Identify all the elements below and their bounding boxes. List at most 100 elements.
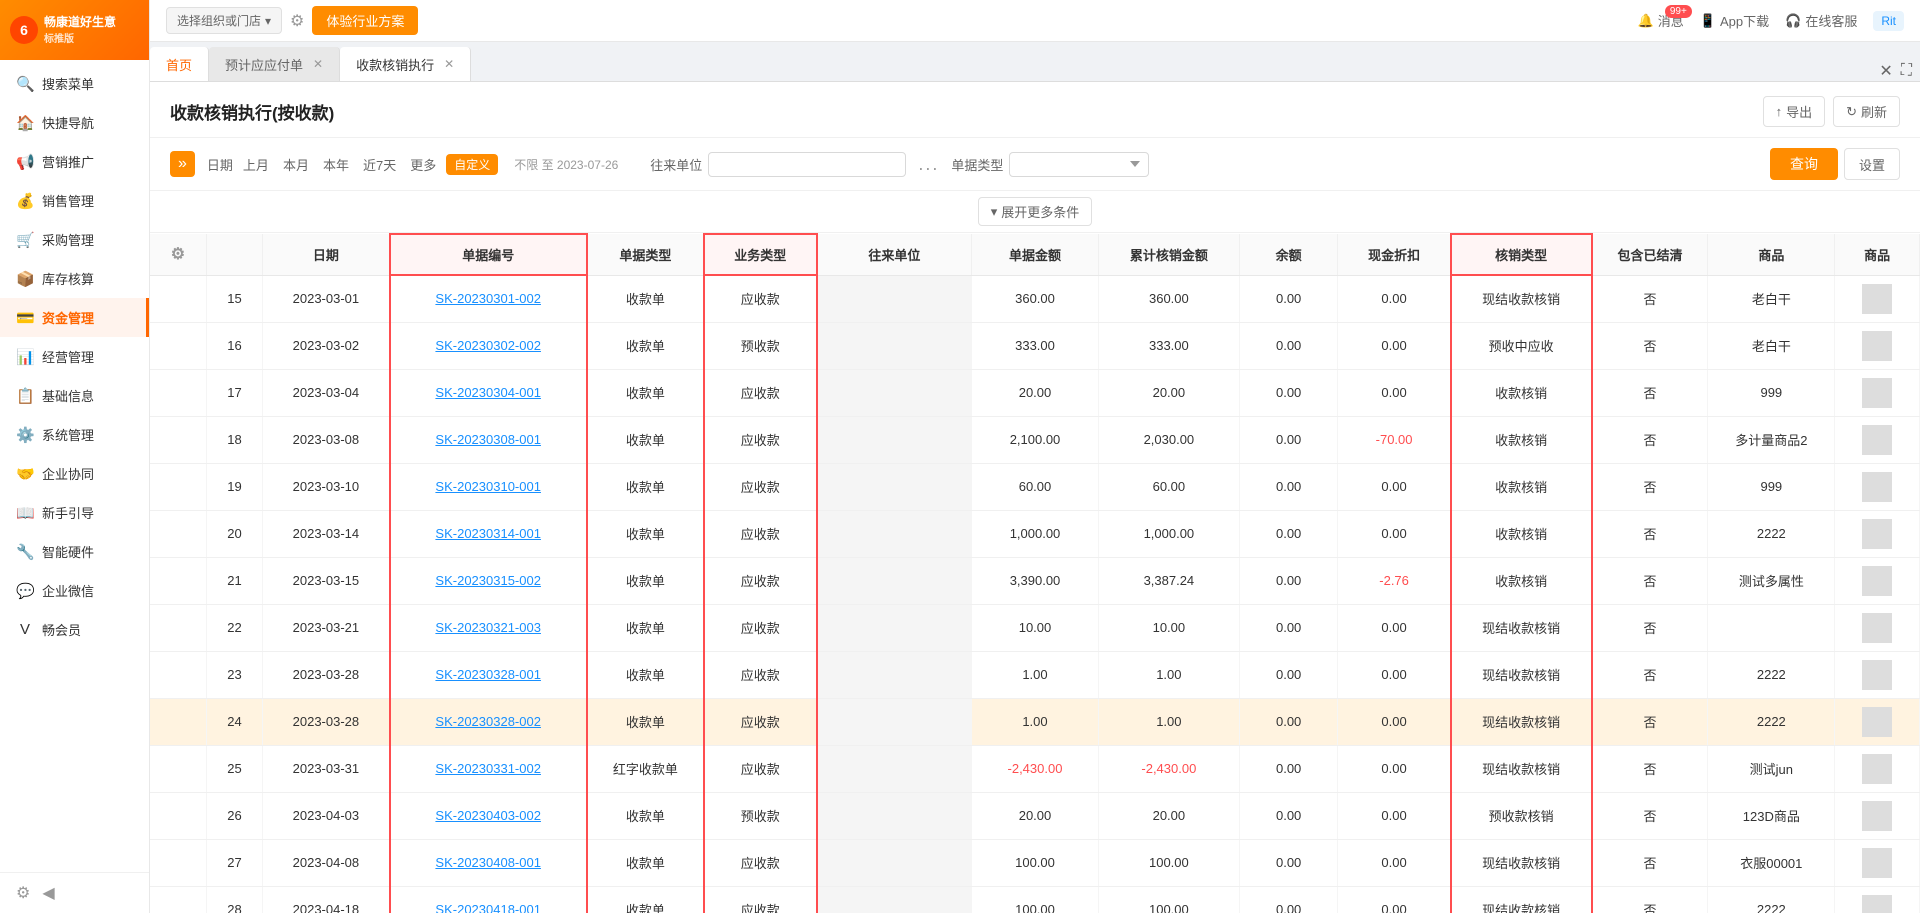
cell-docno-13[interactable]: SK-20230418-001 xyxy=(390,886,587,913)
tab-receipt[interactable]: 收款核销执行 ✕ xyxy=(340,47,471,81)
cell-verified-13: 100.00 xyxy=(1098,886,1239,913)
settings-button[interactable]: 设置 xyxy=(1844,148,1900,180)
cell-docno-5[interactable]: SK-20230314-001 xyxy=(390,510,587,557)
cell-amount-7: 10.00 xyxy=(972,604,1099,651)
cell-verified-5: 1,000.00 xyxy=(1098,510,1239,557)
cell-canceltype-4: 收款核销 xyxy=(1451,463,1592,510)
gear-icon[interactable]: ⚙ xyxy=(290,11,304,31)
sidebar-item-inventory[interactable]: 📦 库存核算 xyxy=(0,259,149,298)
cell-goods2-4 xyxy=(1835,463,1920,510)
sidebar-item-sales[interactable]: 💰 销售管理 xyxy=(0,181,149,220)
cell-discount-12: 0.00 xyxy=(1338,839,1451,886)
settings-bottom-icon[interactable]: ⚙ xyxy=(16,883,30,903)
cell-goods-9: 2222 xyxy=(1708,698,1835,745)
cell-discount-11: 0.00 xyxy=(1338,792,1451,839)
sidebar-item-hardware[interactable]: 🔧 智能硬件 xyxy=(0,532,149,571)
app-download-button[interactable]: 📱 App下载 xyxy=(1700,11,1769,30)
date-last-month-btn[interactable]: 上月 xyxy=(239,153,273,176)
sidebar-item-finance[interactable]: 💳 资金管理 xyxy=(0,298,149,337)
cell-docno-3[interactable]: SK-20230308-001 xyxy=(390,416,587,463)
cell-docno-0[interactable]: SK-20230301-002 xyxy=(390,275,587,322)
cell-doctype-1: 收款单 xyxy=(587,322,704,369)
logo-sub: 标推版 xyxy=(44,30,116,45)
export-button[interactable]: ↑ 导出 xyxy=(1763,96,1826,127)
filter-toggle-button[interactable]: » xyxy=(170,151,195,177)
cell-discount-7: 0.00 xyxy=(1338,604,1451,651)
header-right: 🔔 消息 99+ 📱 App下载 🎧 在线客服 Rit xyxy=(1638,11,1904,31)
page-title-bar: 收款核销执行(按收款) ↑ 导出 ↻ 刷新 xyxy=(150,82,1920,138)
cell-partner-2 xyxy=(817,369,972,416)
org-selector[interactable]: 选择组织或门店 ▾ xyxy=(166,7,282,34)
tab-home[interactable]: 首页 xyxy=(150,47,209,81)
date-this-month-btn[interactable]: 本月 xyxy=(279,153,313,176)
cell-docno-2[interactable]: SK-20230304-001 xyxy=(390,369,587,416)
receipt-tab-close[interactable]: ✕ xyxy=(444,57,454,71)
sidebar-item-marketing[interactable]: 📢 营销推广 xyxy=(0,142,149,181)
sidebar-item-system[interactable]: ⚙️ 系统管理 xyxy=(0,415,149,454)
sidebar-item-label-search: 搜索菜单 xyxy=(42,74,94,93)
cell-docno-8[interactable]: SK-20230328-001 xyxy=(390,651,587,698)
date-more-btn[interactable]: 更多 xyxy=(406,153,440,176)
query-button[interactable]: 查询 xyxy=(1770,148,1838,180)
sidebar-item-operations[interactable]: 📊 经营管理 xyxy=(0,337,149,376)
message-button[interactable]: 🔔 消息 99+ xyxy=(1638,11,1684,30)
sidebar-item-purchase[interactable]: 🛒 采购管理 xyxy=(0,220,149,259)
sidebar-item-corp[interactable]: 🤝 企业协同 xyxy=(0,454,149,493)
expand-conditions-button[interactable]: ▾ 展开更多条件 xyxy=(978,197,1093,226)
app-logo: 6 畅康道好生意 标推版 xyxy=(0,0,149,60)
cell-docno-6[interactable]: SK-20230315-002 xyxy=(390,557,587,604)
close-tab-icon[interactable]: ✕ xyxy=(1879,61,1892,81)
cell-partner-1 xyxy=(817,322,972,369)
user-avatar[interactable]: Rit xyxy=(1873,11,1904,31)
cell-date-7: 2023-03-21 xyxy=(263,604,390,651)
cell-doctype-0: 收款单 xyxy=(587,275,704,322)
cell-docno-4[interactable]: SK-20230310-001 xyxy=(390,463,587,510)
online-service-button[interactable]: 🎧 在线客服 xyxy=(1785,11,1857,30)
message-badge: 99+ xyxy=(1665,5,1692,18)
cell-amount-6: 3,390.00 xyxy=(972,557,1099,604)
cell-docno-9[interactable]: SK-20230328-002 xyxy=(390,698,587,745)
date-this-year-btn[interactable]: 本年 xyxy=(319,153,353,176)
cell-discount-10: 0.00 xyxy=(1338,745,1451,792)
refresh-button[interactable]: ↻ 刷新 xyxy=(1833,96,1900,127)
search-icon: 🔍 xyxy=(16,75,34,93)
collapse-icon[interactable]: ◀ xyxy=(42,883,54,903)
cell-docno-7[interactable]: SK-20230321-003 xyxy=(390,604,587,651)
date-7days-btn[interactable]: 近7天 xyxy=(359,153,400,176)
cell-docno-12[interactable]: SK-20230408-001 xyxy=(390,839,587,886)
expand-tab-icon[interactable]: ⛶ xyxy=(1901,62,1912,80)
sidebar-item-guide[interactable]: 📖 新手引导 xyxy=(0,493,149,532)
cell-canceltype-3: 收款核销 xyxy=(1451,416,1592,463)
prepay-tab-close[interactable]: ✕ xyxy=(313,57,323,71)
sidebar-item-search[interactable]: 🔍 搜索菜单 xyxy=(0,64,149,103)
cell-goods-11: 123D商品 xyxy=(1708,792,1835,839)
col-settings-icon[interactable]: ⚙ xyxy=(171,246,185,263)
tab-prepay[interactable]: 预计应应付单 ✕ xyxy=(209,47,340,81)
cell-date-13: 2023-04-18 xyxy=(263,886,390,913)
cell-docno-10[interactable]: SK-20230331-002 xyxy=(390,745,587,792)
doc-type-select[interactable]: 收款单 红字收款单 xyxy=(1009,152,1149,177)
sidebar-item-wechat[interactable]: 💬 企业微信 xyxy=(0,571,149,610)
partner-input[interactable] xyxy=(708,152,906,177)
top-header: 选择组织或门店 ▾ ⚙ 体验行业方案 🔔 消息 99+ 📱 App下载 🎧 在线… xyxy=(150,0,1920,42)
cell-rownum-5: 20 xyxy=(206,510,262,557)
col-goods2-header: 商品 xyxy=(1835,234,1920,275)
cell-docno-1[interactable]: SK-20230302-002 xyxy=(390,322,587,369)
col-settings-header[interactable]: ⚙ xyxy=(150,234,206,275)
cell-goods-1: 老白干 xyxy=(1708,322,1835,369)
sidebar-item-member[interactable]: V 畅会员 xyxy=(0,610,149,649)
tabs-bar: 首页 预计应应付单 ✕ 收款核销执行 ✕ ✕ ⛶ xyxy=(150,42,1920,82)
cell-canceltype-1: 预收中应收 xyxy=(1451,322,1592,369)
export-icon: ↑ xyxy=(1776,104,1783,119)
cell-rownum-1: 16 xyxy=(206,322,262,369)
sidebar-item-basic[interactable]: 📋 基础信息 xyxy=(0,376,149,415)
cell-biztype-10: 应收款 xyxy=(704,745,817,792)
col-amount-header: 单据金额 xyxy=(972,234,1099,275)
cell-settings-9 xyxy=(150,698,206,745)
cell-docno-11[interactable]: SK-20230403-002 xyxy=(390,792,587,839)
cell-includesettled-3: 否 xyxy=(1592,416,1708,463)
solution-button[interactable]: 体验行业方案 xyxy=(312,6,418,35)
cell-discount-1: 0.00 xyxy=(1338,322,1451,369)
date-custom-btn[interactable]: 自定义 xyxy=(446,154,498,175)
sidebar-item-nav[interactable]: 🏠 快捷导航 xyxy=(0,103,149,142)
